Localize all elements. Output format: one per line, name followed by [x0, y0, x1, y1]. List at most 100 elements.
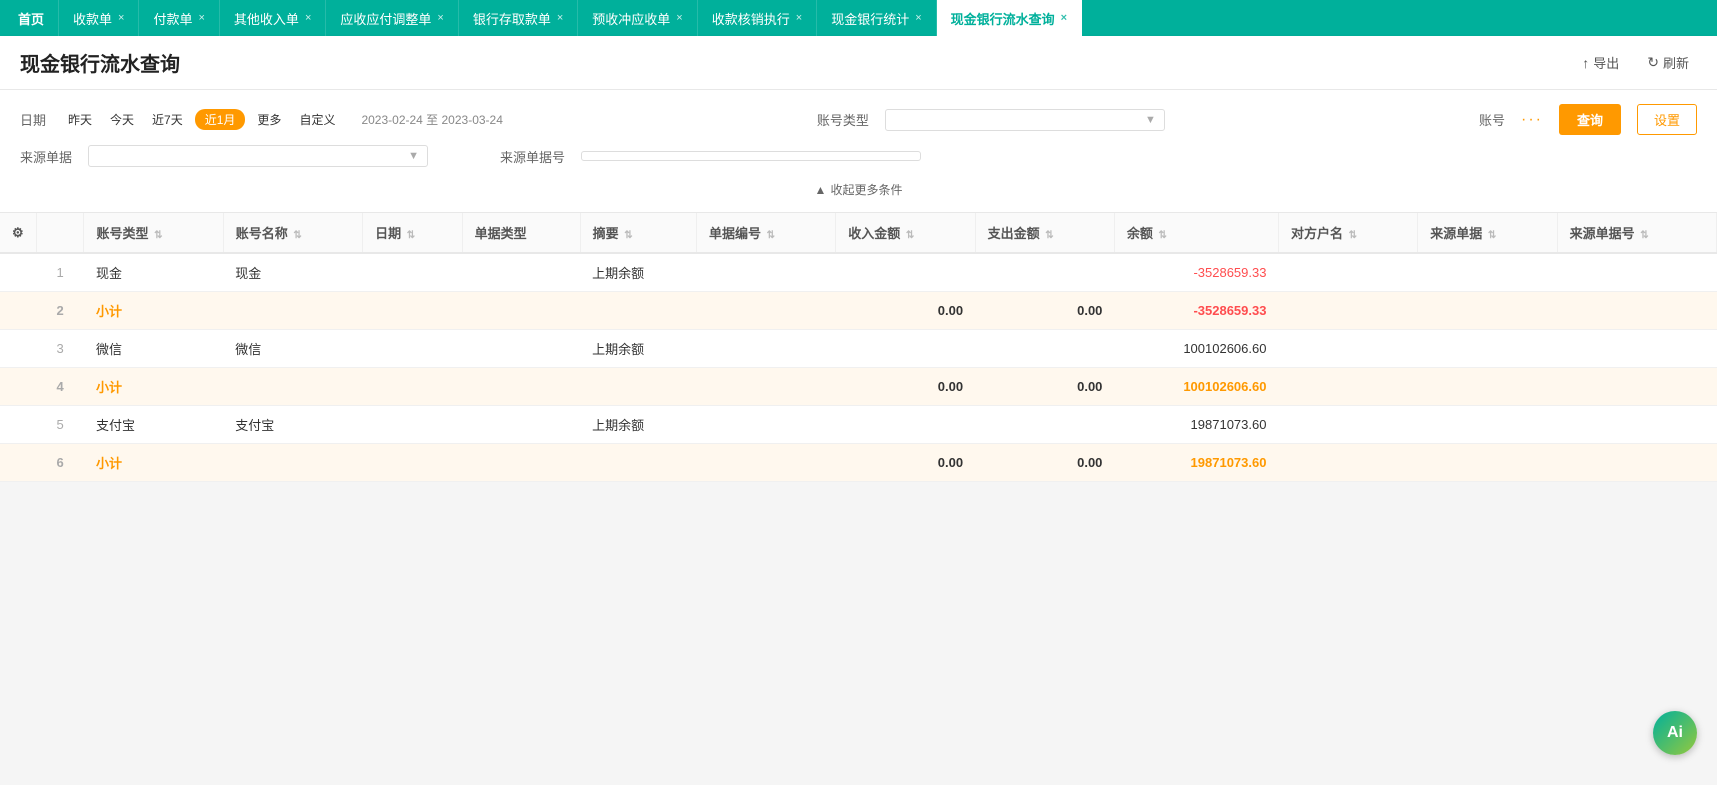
- account-ellipsis-button[interactable]: ···: [1521, 111, 1543, 129]
- col-balance[interactable]: 余额 ⇅: [1114, 213, 1278, 253]
- close-fukuan-icon[interactable]: ×: [198, 12, 204, 24]
- close-shoukuanhexiao-icon[interactable]: ×: [796, 12, 802, 24]
- close-shoukuan-icon[interactable]: ×: [118, 12, 124, 24]
- row-income: [836, 330, 975, 368]
- nav-home-label: 首页: [18, 9, 44, 28]
- row-index: 6: [36, 444, 84, 482]
- row-date: [363, 292, 463, 330]
- row-doc-type: [462, 330, 580, 368]
- row-source-doc: [1418, 406, 1557, 444]
- nav-shoukuan[interactable]: 收款单 ×: [59, 0, 139, 36]
- row-source-doc: [1418, 330, 1557, 368]
- row-index: 2: [36, 292, 84, 330]
- close-qitashouru-icon[interactable]: ×: [305, 12, 311, 24]
- close-xianjintongji-icon[interactable]: ×: [915, 12, 921, 24]
- refresh-icon: ↻: [1647, 54, 1659, 71]
- table-body: 1 现金 现金 上期余额 -3528659.33 2 小计 0.00 0.00 …: [0, 253, 1717, 482]
- account-type-chevron-icon: ▼: [1145, 114, 1156, 126]
- row-account-type: 小计: [84, 368, 223, 406]
- row-source-doc: [1418, 292, 1557, 330]
- header-actions: ↑ 导出 ↻ 刷新: [1574, 49, 1697, 76]
- col-account-name[interactable]: 账号名称 ⇅: [223, 213, 362, 253]
- row-gear: [0, 368, 36, 406]
- source-doc-label: 来源单据: [20, 147, 72, 166]
- source-doc-select[interactable]: ▼: [88, 145, 428, 167]
- page-header: 现金银行流水查询 ↑ 导出 ↻ 刷新: [0, 36, 1717, 90]
- row-source-doc-no: [1557, 406, 1716, 444]
- row-index: 5: [36, 406, 84, 444]
- col-doc-type: 单据类型: [462, 213, 580, 253]
- date-opt-more[interactable]: 更多: [251, 109, 287, 130]
- row-expense: [975, 253, 1114, 292]
- row-expense: 0.00: [975, 368, 1114, 406]
- row-gear: [0, 292, 36, 330]
- nav-yingshouyingfu[interactable]: 应收应付调整单 ×: [326, 0, 458, 36]
- col-date[interactable]: 日期 ⇅: [363, 213, 463, 253]
- nav-xianjintongji[interactable]: 现金银行统计 ×: [817, 0, 936, 36]
- row-account-name: [223, 444, 362, 482]
- col-source-doc-no[interactable]: 来源单据号 ⇅: [1557, 213, 1716, 253]
- col-income[interactable]: 收入金额 ⇅: [836, 213, 975, 253]
- col-expense[interactable]: 支出金额 ⇅: [975, 213, 1114, 253]
- row-balance: 19871073.60: [1114, 406, 1278, 444]
- row-income: 0.00: [836, 292, 975, 330]
- row-doc-type: [462, 406, 580, 444]
- col-gear[interactable]: ⚙: [0, 213, 36, 253]
- col-doc-no[interactable]: 单据编号 ⇅: [696, 213, 835, 253]
- nav-shoukuanhexiao[interactable]: 收款核销执行 ×: [698, 0, 817, 36]
- col-counterparty[interactable]: 对方户名 ⇅: [1278, 213, 1417, 253]
- account-type-label: 账号类型: [817, 110, 869, 129]
- source-doc-no-label: 来源单据号: [500, 147, 565, 166]
- row-income: [836, 406, 975, 444]
- nav-fukuan[interactable]: 付款单 ×: [139, 0, 219, 36]
- table-row: 6 小计 0.00 0.00 19871073.60: [0, 444, 1717, 482]
- ai-assistant-button[interactable]: Ai: [1653, 711, 1697, 755]
- date-opt-today[interactable]: 今天: [104, 109, 140, 130]
- date-opt-7days[interactable]: 近7天: [146, 109, 189, 130]
- date-opt-custom[interactable]: 自定义: [293, 109, 341, 130]
- col-source-doc[interactable]: 来源单据 ⇅: [1418, 213, 1557, 253]
- date-opt-1month[interactable]: 近1月: [195, 109, 246, 130]
- row-income: 0.00: [836, 444, 975, 482]
- date-range-display: 2023-02-24 至 2023-03-24: [361, 111, 502, 128]
- nav-home[interactable]: 首页: [4, 0, 59, 36]
- row-counterparty: [1278, 330, 1417, 368]
- close-yinhangcunqu-icon[interactable]: ×: [557, 12, 563, 24]
- row-expense: 0.00: [975, 444, 1114, 482]
- export-button[interactable]: ↑ 导出: [1574, 49, 1627, 76]
- date-opt-yesterday[interactable]: 昨天: [62, 109, 98, 130]
- top-nav: 首页 收款单 × 付款单 × 其他收入单 × 应收应付调整单 × 银行存取款单 …: [0, 0, 1717, 36]
- row-counterparty: [1278, 444, 1417, 482]
- row-index: 4: [36, 368, 84, 406]
- collapse-button[interactable]: ▲ 收起更多条件: [20, 177, 1697, 202]
- refresh-button[interactable]: ↻ 刷新: [1639, 49, 1697, 76]
- refresh-label: 刷新: [1663, 53, 1689, 72]
- row-date: [363, 330, 463, 368]
- col-account-type[interactable]: 账号类型 ⇅: [84, 213, 223, 253]
- col-summary[interactable]: 摘要 ⇅: [580, 213, 696, 253]
- row-summary: 上期余额: [580, 253, 696, 292]
- query-button[interactable]: 查询: [1559, 104, 1621, 135]
- account-label: 账号: [1479, 110, 1505, 129]
- account-type-select[interactable]: ▼: [885, 109, 1165, 131]
- setting-button[interactable]: 设置: [1637, 104, 1697, 135]
- row-source-doc-no: [1557, 330, 1716, 368]
- source-doc-no-input[interactable]: [581, 151, 921, 161]
- nav-qitashouru[interactable]: 其他收入单 ×: [220, 0, 326, 36]
- row-doc-type: [462, 253, 580, 292]
- row-date: [363, 253, 463, 292]
- nav-yushouchong[interactable]: 预收冲应收单 ×: [578, 0, 697, 36]
- nav-liushui[interactable]: 现金银行流水查询 ×: [937, 0, 1082, 36]
- table-row: 1 现金 现金 上期余额 -3528659.33: [0, 253, 1717, 292]
- row-gear: [0, 444, 36, 482]
- close-yushouchong-icon[interactable]: ×: [676, 12, 682, 24]
- collapse-label: 收起更多条件: [830, 181, 902, 198]
- row-expense: [975, 330, 1114, 368]
- close-yingshouyingfu-icon[interactable]: ×: [437, 12, 443, 24]
- nav-yinhangcunqu[interactable]: 银行存取款单 ×: [459, 0, 578, 36]
- row-balance: -3528659.33: [1114, 253, 1278, 292]
- close-liushui-icon[interactable]: ×: [1061, 12, 1067, 24]
- row-doc-no: [696, 292, 835, 330]
- table-row: 2 小计 0.00 0.00 -3528659.33: [0, 292, 1717, 330]
- row-doc-no: [696, 406, 835, 444]
